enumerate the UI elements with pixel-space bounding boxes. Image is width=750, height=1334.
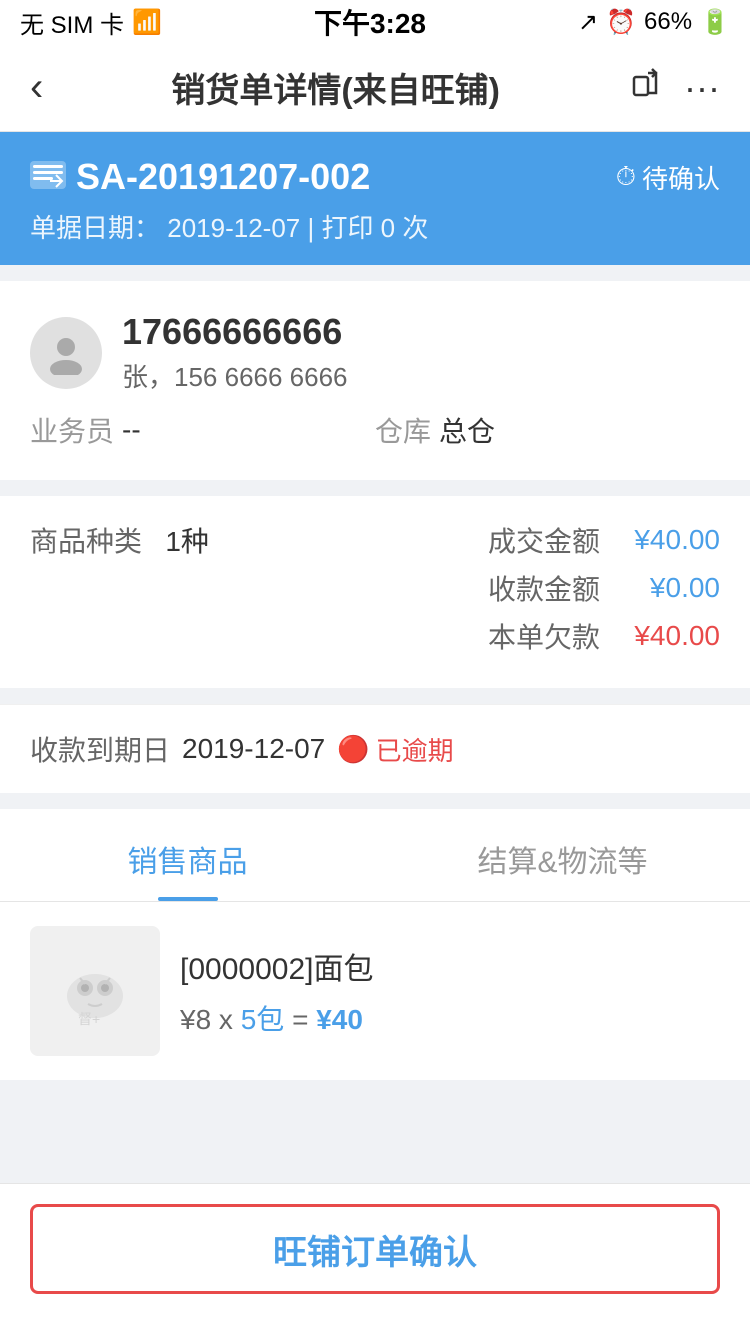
order-id: SA-20191207-002 [30,156,370,198]
customer-row: 17666666666 张，156 6666 6666 [30,311,720,394]
received-label: 收款金额 [488,568,600,608]
product-section: 督+ [0000002]面包 ¥8 x 5包 = ¥40 [0,902,750,1080]
due-section: 收款到期日 2019-12-07 🔴 已逾期 [0,704,750,793]
battery-text: 66% [644,8,692,36]
order-header-top: SA-20191207-002 ⏱ 待确认 [30,156,720,198]
nav-actions: ··· [628,65,720,110]
confirm-button[interactable]: 旺铺订单确认 [30,1204,720,1294]
nav-bar: ‹ 销货单详情(来自旺铺) ··· [0,44,750,132]
status-right: ↗ ⏰ 66% 🔋 [578,8,730,37]
amount-row: 成交金额 ¥40.00 [488,520,720,560]
warehouse-field: 仓库 总仓 [375,410,720,450]
salesperson-label: 业务员 [30,410,114,450]
order-status: ⏱ 待确认 [616,159,720,196]
due-date: 2019-12-07 [182,733,325,765]
summary-right: 成交金额 ¥40.00 收款金额 ¥0.00 本单欠款 ¥40.00 [488,520,720,664]
product-info: [0000002]面包 ¥8 x 5包 = ¥40 [180,944,720,1038]
status-text: 待确认 [642,159,720,196]
location-icon: ↗ [578,8,598,37]
product-total: ¥40 [316,1004,363,1035]
order-icon [30,156,66,198]
due-label: 收款到期日 [30,729,170,769]
more-button[interactable]: ··· [684,67,720,109]
order-meta: 单据日期： 2019-12-07 | 打印 0 次 [30,208,720,245]
tab-products[interactable]: 销售商品 [0,809,375,901]
product-qty: 5包 [241,1004,285,1035]
salesperson-value: -- [122,414,141,446]
svg-text:督+: 督+ [78,1011,100,1026]
warehouse-label: 仓库 [375,410,431,450]
status-left: 无 SIM 卡 📶 [20,5,162,40]
back-button[interactable]: ‹ [30,65,43,110]
salesperson-field: 业务员 -- [30,410,375,450]
amount-value: ¥40.00 [620,524,720,556]
bottom-bar: 旺铺订单确认 [0,1183,750,1334]
owed-value: ¥40.00 [620,620,720,652]
received-row: 收款金额 ¥0.00 [488,568,720,608]
battery-icon: 🔋 [700,8,730,37]
owed-label: 本单欠款 [488,616,600,656]
type-label: 商品种类 [30,526,142,557]
status-bar: 无 SIM 卡 📶 下午3:28 ↗ ⏰ 66% 🔋 [0,0,750,44]
received-value: ¥0.00 [620,572,720,604]
product-name: [0000002]面包 [180,944,720,988]
type-count: 1种 [165,526,209,557]
summary-grid: 商品种类 1种 成交金额 ¥40.00 收款金额 ¥0.00 本单欠款 ¥40.… [30,520,720,664]
product-equals: = [292,1004,316,1035]
customer-info: 17666666666 张，156 6666 6666 [122,311,348,394]
owed-row: 本单欠款 ¥40.00 [488,616,720,656]
avatar [30,317,102,389]
alarm-icon: ⏰ [606,8,636,37]
status-time: 下午3:28 [314,2,426,42]
customer-section: 17666666666 张，156 6666 6666 业务员 -- 仓库 总仓 [0,281,750,480]
order-header: SA-20191207-002 ⏱ 待确认 单据日期： 2019-12-07 |… [0,132,750,265]
status-clock-icon: ⏱ [616,161,636,193]
tabs-section: 销售商品 结算&物流等 督+ [0,809,750,1080]
customer-fields: 业务员 -- 仓库 总仓 [30,410,720,450]
overdue-icon: 🔴 [337,734,369,765]
overdue-text: 已逾期 [376,731,454,768]
customer-phone: 17666666666 [122,311,348,353]
product-price: ¥8 x [180,1004,241,1035]
share-button[interactable] [628,65,664,110]
tabs-row: 销售商品 结算&物流等 [0,809,750,902]
overdue-badge: 🔴 已逾期 [337,731,453,768]
warehouse-value: 总仓 [439,410,495,450]
no-sim-text: 无 SIM 卡 [20,5,124,40]
product-type: 商品种类 1种 [30,520,209,560]
summary-section: 商品种类 1种 成交金额 ¥40.00 收款金额 ¥0.00 本单欠款 ¥40.… [0,496,750,688]
product-price-row: ¥8 x 5包 = ¥40 [180,998,720,1038]
wifi-icon: 📶 [132,8,162,37]
amount-label: 成交金额 [488,520,600,560]
tab-settlement[interactable]: 结算&物流等 [375,809,750,901]
product-item: 督+ [0000002]面包 ¥8 x 5包 = ¥40 [30,926,720,1056]
page-title: 销货单详情(来自旺铺) [171,63,500,112]
customer-name: 张，156 6666 6666 [122,357,348,394]
product-thumbnail: 督+ [30,926,160,1056]
